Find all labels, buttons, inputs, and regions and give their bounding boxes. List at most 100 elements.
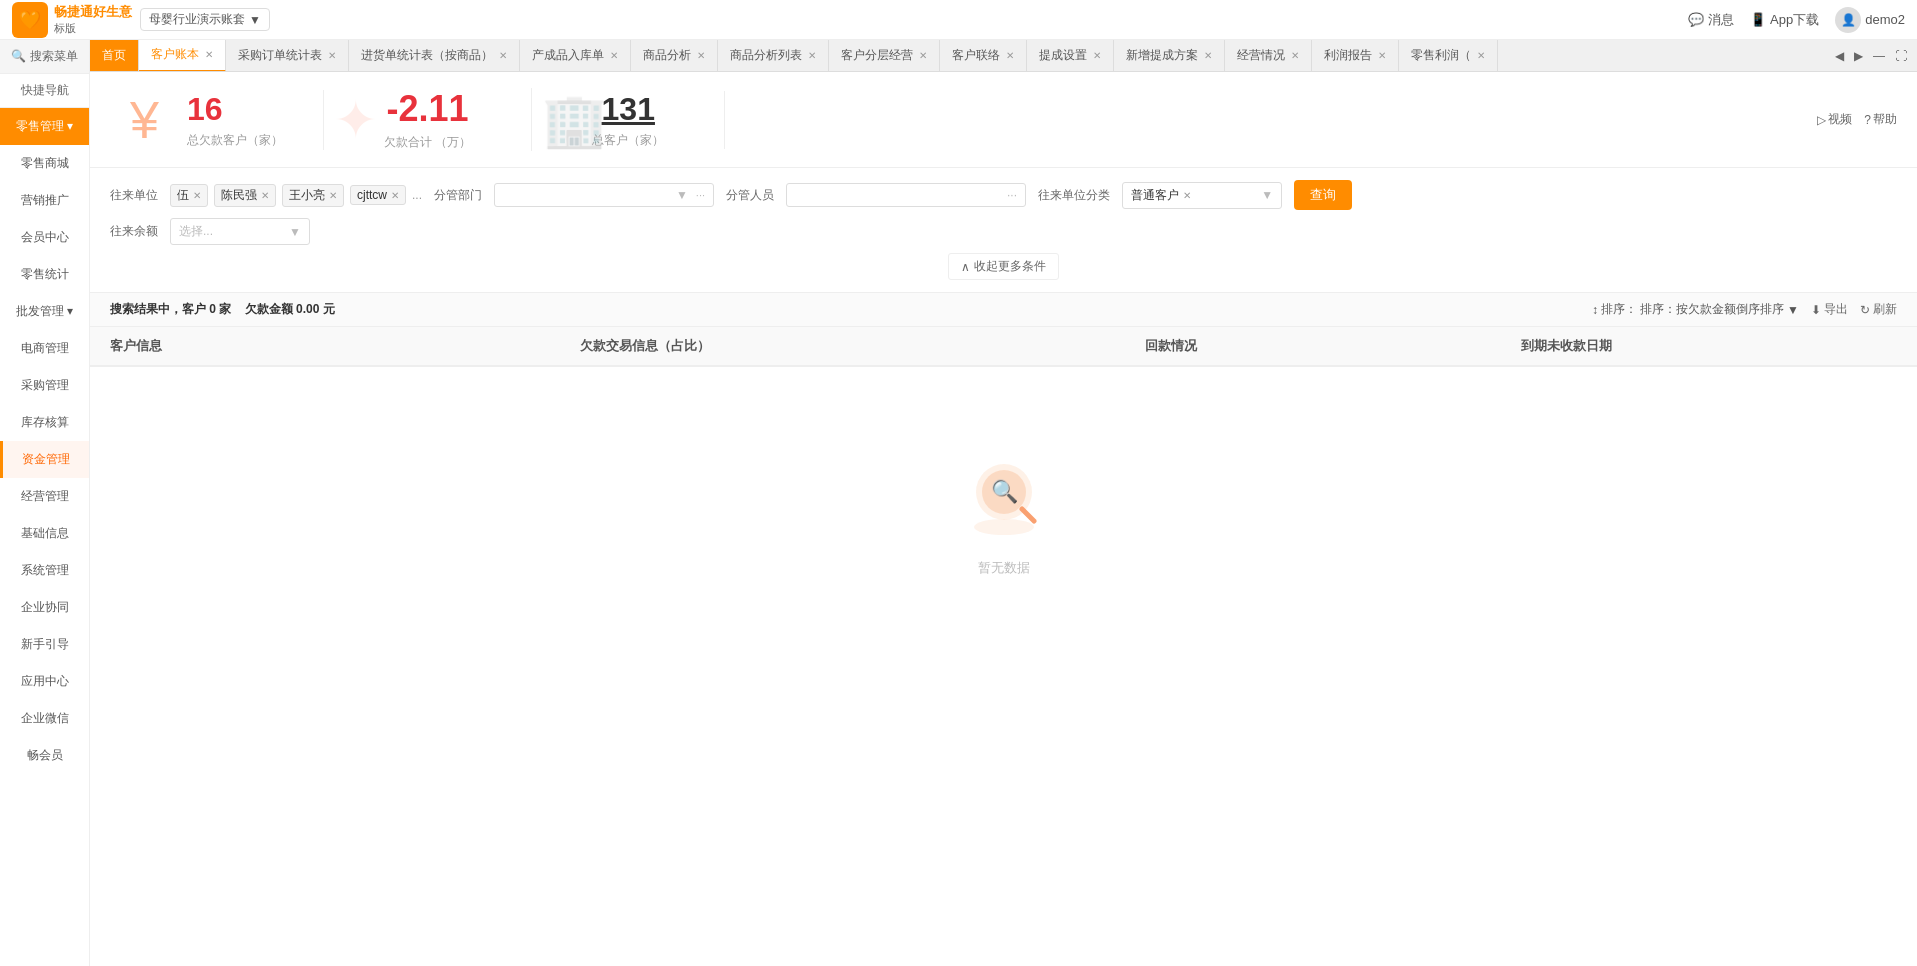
tab-purchase-stats-product[interactable]: 进货单统计表（按商品） ✕ (349, 40, 520, 72)
user-item[interactable]: 👤 demo2 (1835, 7, 1905, 33)
stat-customers: ¥ 16 总欠款客户（家） (110, 90, 324, 150)
tab-close-commission[interactable]: ✕ (1093, 50, 1101, 61)
tab-customer-account[interactable]: 客户账本 ✕ (139, 40, 226, 72)
tab-close-customer-tier[interactable]: ✕ (919, 50, 927, 61)
tab-minimize[interactable]: — (1869, 47, 1889, 65)
sidebar-item-wholesale-mgmt[interactable]: 批发管理 ▾ (0, 293, 89, 330)
sidebar-item-enterprise-wechat[interactable]: 企业微信 (0, 700, 89, 737)
app-download-label: App下载 (1770, 11, 1819, 29)
sort-select[interactable]: ↕ 排序： 排序：按欠款金额倒序排序 ▼ (1592, 301, 1799, 318)
sidebar-item-new-guide[interactable]: 新手引导 (0, 626, 89, 663)
collapse-filter-btn[interactable]: ∧ 收起更多条件 (948, 253, 1059, 280)
video-link[interactable]: ▷ 视频 (1817, 111, 1852, 128)
top-bar: 🧡 畅捷通好生意 标版 母婴行业演示账套 ▼ 💬 消息 📱 App下载 👤 de… (0, 0, 1917, 40)
tab-close-retail-profit[interactable]: ✕ (1477, 50, 1485, 61)
sidebar-item-retail-shop[interactable]: 零售商城 (0, 145, 89, 182)
filter-tag-cj[interactable]: cjttcw ✕ (350, 185, 406, 205)
tab-product-inbound[interactable]: 产成品入库单 ✕ (520, 40, 631, 72)
filter-person-dots-icon: ··· (1007, 188, 1017, 202)
filter-unit-class-close[interactable]: ✕ (1183, 190, 1191, 201)
filter-tag-cj-close[interactable]: ✕ (391, 190, 399, 201)
tab-purchase-order-stats[interactable]: 采购订单统计表 ✕ (226, 40, 349, 72)
tab-close-profit-report[interactable]: ✕ (1378, 50, 1386, 61)
message-item[interactable]: 💬 消息 (1688, 11, 1734, 29)
sidebar-label-member-center: 会员中心 (21, 229, 69, 246)
tab-home[interactable]: 首页 (90, 40, 139, 72)
tab-commission-settings[interactable]: 提成设置 ✕ (1027, 40, 1114, 72)
sidebar-item-member-center[interactable]: 会员中心 (0, 219, 89, 256)
tab-customer-contact[interactable]: 客户联络 ✕ (940, 40, 1027, 72)
store-name: 母婴行业演示账套 (149, 11, 245, 28)
tab-close-product-inbound[interactable]: ✕ (610, 50, 618, 61)
tab-customer-tier[interactable]: 客户分层经营 ✕ (829, 40, 940, 72)
sidebar-item-operation[interactable]: 经营管理 (0, 478, 89, 515)
sidebar-item-retail-stats[interactable]: 零售统计 (0, 256, 89, 293)
filter-unit-tags: 伍 ✕ 陈民强 ✕ 王小亮 ✕ cjttcw ✕ (170, 184, 422, 207)
svg-text:🔍: 🔍 (990, 478, 1018, 505)
filter-tag-chen-close[interactable]: ✕ (261, 190, 269, 201)
sidebar-quick-nav[interactable]: 快捷导航 (0, 74, 89, 108)
help-link[interactable]: ? 帮助 (1864, 111, 1897, 128)
refresh-btn[interactable]: ↻ 刷新 (1860, 301, 1897, 318)
tab-profit-report[interactable]: 利润报告 ✕ (1312, 40, 1399, 72)
sidebar-item-app-center[interactable]: 应用中心 (0, 663, 89, 700)
svg-point-0 (974, 519, 1034, 535)
tab-maximize[interactable]: ⛶ (1891, 47, 1911, 65)
stat-total-customers: 🏢 131 总客户（家） (532, 91, 725, 149)
filter-balance-label: 往来余额 (110, 223, 158, 240)
sidebar-item-system[interactable]: 系统管理 (0, 552, 89, 589)
sidebar-item-vip-member[interactable]: 畅会员 (0, 737, 89, 774)
sidebar-item-inventory[interactable]: 库存核算 (0, 404, 89, 441)
filter-person-select[interactable]: ··· (786, 183, 1026, 207)
filter-balance-select[interactable]: 选择... ▼ (170, 218, 310, 245)
filter-tag-wu-close[interactable]: ✕ (193, 190, 201, 201)
tab-arrow-right[interactable]: ▶ (1850, 47, 1867, 65)
logo-text-block: 畅捷通好生意 标版 (54, 3, 132, 35)
filter-unit-class-select[interactable]: 普通客户 ✕ ▼ (1122, 182, 1282, 209)
sidebar-item-enterprise-collab[interactable]: 企业协同 (0, 589, 89, 626)
filter-tag-wang[interactable]: 王小亮 ✕ (282, 184, 344, 207)
tab-close-purchase-stats[interactable]: ✕ (499, 50, 507, 61)
tab-close-product-analysis[interactable]: ✕ (697, 50, 705, 61)
sidebar-item-finance[interactable]: 资金管理 (0, 441, 89, 478)
tab-close-purchase-order[interactable]: ✕ (328, 50, 336, 61)
sidebar: 🔍 搜索菜单 快捷导航 零售管理 ▾ 零售商城 营销推广 会员中心 零售统计 批… (0, 40, 90, 966)
sidebar-item-ecommerce[interactable]: 电商管理 (0, 330, 89, 367)
export-btn[interactable]: ⬇ 导出 (1811, 301, 1848, 318)
result-info: 搜索结果中，客户 0 家 欠款金额 0.00 元 (110, 301, 335, 318)
sidebar-label-ecommerce: 电商管理 (21, 340, 69, 357)
store-selector[interactable]: 母婴行业演示账套 ▼ (140, 8, 270, 31)
stat-debt-value: -2.11 (387, 88, 469, 130)
filter-tag-wang-text: 王小亮 (289, 187, 325, 204)
tab-close-product-analysis-list[interactable]: ✕ (808, 50, 816, 61)
tab-arrow-left[interactable]: ◀ (1831, 47, 1848, 65)
filter-tag-wu[interactable]: 伍 ✕ (170, 184, 208, 207)
tab-new-commission-label: 新增提成方案 (1126, 47, 1198, 64)
top-bar-right: 💬 消息 📱 App下载 👤 demo2 (1688, 7, 1905, 33)
sidebar-search[interactable]: 🔍 搜索菜单 (0, 40, 89, 74)
tab-close-new-commission[interactable]: ✕ (1204, 50, 1212, 61)
tab-retail-profit[interactable]: 零售利润（ ✕ (1399, 40, 1498, 72)
filter-dept-select[interactable]: ▼ ··· (494, 183, 714, 207)
tab-arrows: ◀ ▶ — ⛶ (1825, 47, 1917, 65)
top-bar-left: 🧡 畅捷通好生意 标版 母婴行业演示账套 ▼ (12, 2, 270, 38)
filter-tag-wang-close[interactable]: ✕ (329, 190, 337, 201)
tab-product-analysis-list[interactable]: 商品分析列表 ✕ (718, 40, 829, 72)
sidebar-item-basic-info[interactable]: 基础信息 (0, 515, 89, 552)
sidebar-item-marketing[interactable]: 营销推广 (0, 182, 89, 219)
sidebar-item-retail-mgmt[interactable]: 零售管理 ▾ (0, 108, 89, 145)
tab-close-customer-contact[interactable]: ✕ (1006, 50, 1014, 61)
app-download-item[interactable]: 📱 App下载 (1750, 11, 1819, 29)
filter-tag-chen[interactable]: 陈民强 ✕ (214, 184, 276, 207)
tab-product-analysis[interactable]: 商品分析 ✕ (631, 40, 718, 72)
tab-close-customer-account[interactable]: ✕ (205, 49, 213, 60)
sidebar-item-purchase[interactable]: 采购管理 (0, 367, 89, 404)
tab-close-operation-status[interactable]: ✕ (1291, 50, 1299, 61)
query-button[interactable]: 查询 (1294, 180, 1352, 210)
tab-operation-status[interactable]: 经营情况 ✕ (1225, 40, 1312, 72)
tab-new-commission[interactable]: 新增提成方案 ✕ (1114, 40, 1225, 72)
filter-tag-wu-text: 伍 (177, 187, 189, 204)
filter-unit-class-tag-normal[interactable]: 普通客户 ✕ (1131, 187, 1191, 204)
filter-more-btn[interactable]: ... (412, 188, 422, 202)
filter-dept-label: 分管部门 (434, 187, 482, 204)
